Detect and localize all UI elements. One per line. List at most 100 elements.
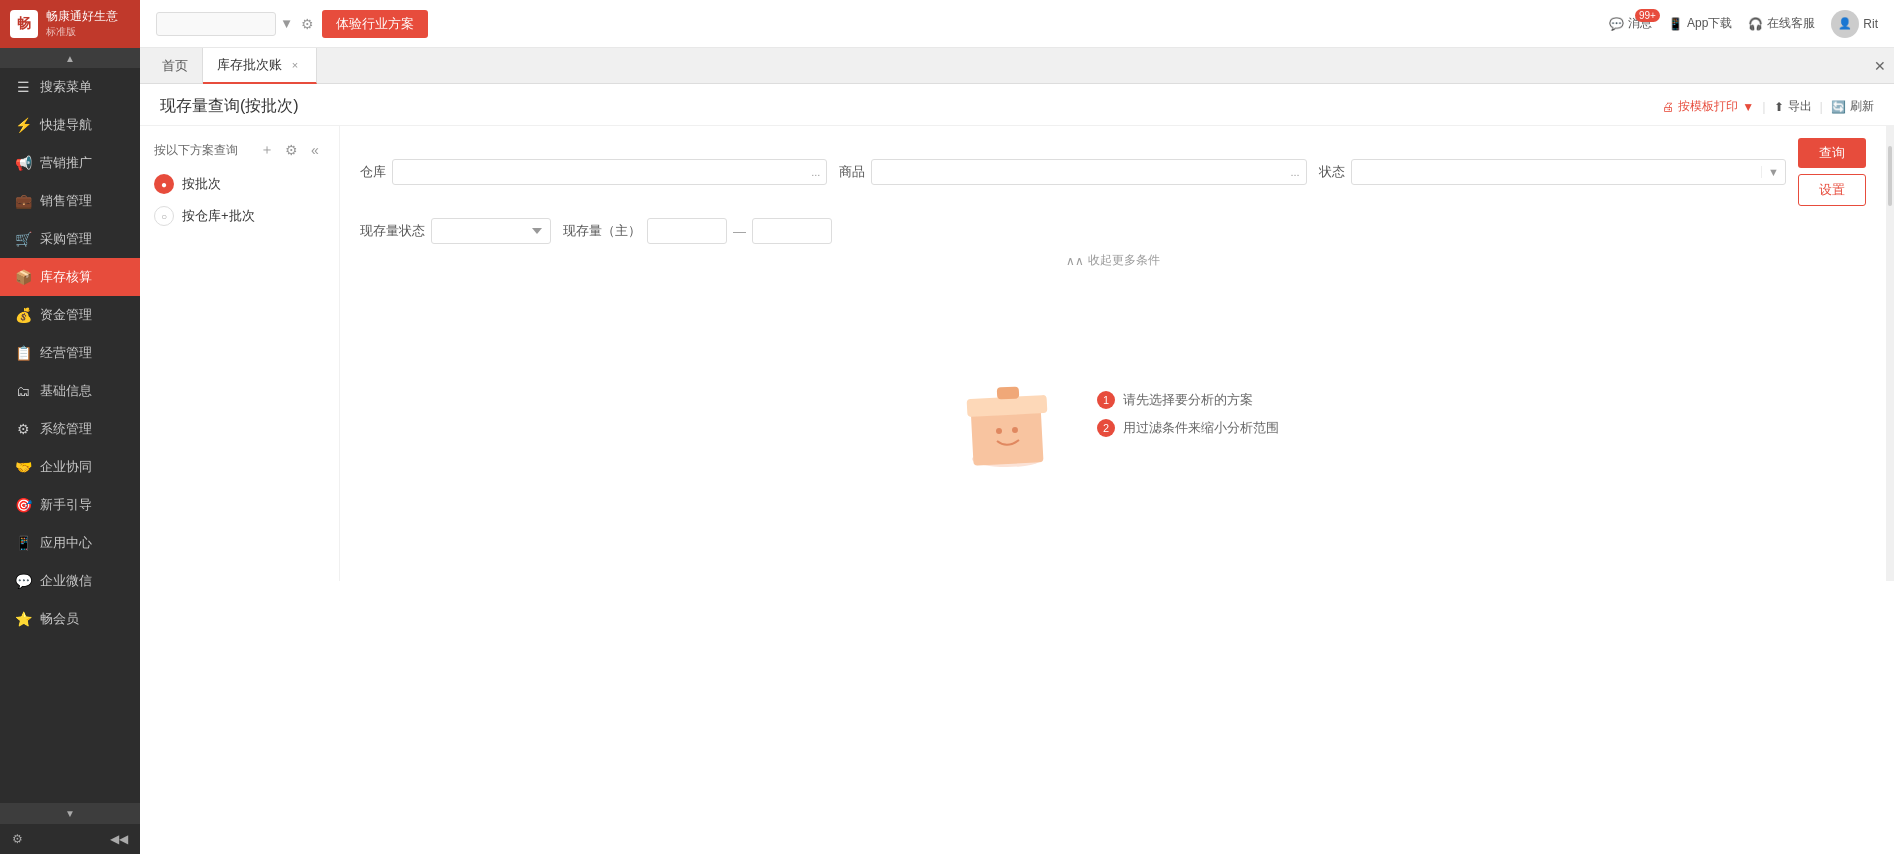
page-actions: 🖨 按模板打印 ▼ | ⬆ 导出 | 🔄 刷新 (1662, 98, 1874, 115)
sidebar-item-basics[interactable]: 🗂 基础信息 (0, 372, 140, 410)
tab-batch-account[interactable]: 库存批次账 × (203, 48, 317, 84)
sidebar-item-collab[interactable]: 🤝 企业协同 (0, 448, 140, 486)
add-plan-button[interactable]: ＋ (257, 140, 277, 160)
sidebar-nav: ☰ 搜索菜单 ⚡ 快捷导航 📢 营销推广 💼 销售管理 🛒 采购管理 📦 库存核… (0, 68, 140, 803)
quick-nav-icon: ⚡ (14, 116, 32, 134)
tab-close-button[interactable]: × (288, 58, 302, 72)
divider2: | (1820, 99, 1823, 114)
settings-button[interactable]: ⚙ (12, 832, 23, 846)
sidebar-item-inventory[interactable]: 📦 库存核算 (0, 258, 140, 296)
sidebar-item-label: 企业微信 (40, 572, 92, 590)
print-dropdown-icon: ▼ (1742, 100, 1754, 114)
plan-item-batch[interactable]: ● 按批次 (140, 168, 339, 200)
messages-badge: 99+ (1635, 9, 1660, 22)
sales-icon: 💼 (14, 192, 32, 210)
panel-close-button[interactable]: ✕ (1874, 58, 1886, 74)
plan-warehouse-batch-icon: ○ (154, 206, 174, 226)
left-panel-actions: ＋ ⚙ « (257, 140, 325, 160)
sidebar-scroll-down[interactable]: ▼ (0, 803, 140, 823)
sidebar-item-app-center[interactable]: 📱 应用中心 (0, 524, 140, 562)
sidebar-item-search[interactable]: ☰ 搜索菜单 (0, 68, 140, 106)
stock-status-label: 现存量状态 (360, 222, 425, 240)
app-download-icon: 📱 (1668, 17, 1683, 31)
sidebar-item-system[interactable]: ⚙ 系统管理 (0, 410, 140, 448)
product-input-wrap: ... (871, 159, 1306, 185)
status-input[interactable] (1352, 160, 1761, 184)
status-dropdown-button[interactable]: ▼ (1761, 166, 1785, 178)
username-label: Rit (1863, 17, 1878, 31)
sidebar-item-corp-wechat[interactable]: 💬 企业微信 (0, 562, 140, 600)
sidebar-item-quick-nav[interactable]: ⚡ 快捷导航 (0, 106, 140, 144)
empty-steps: 1 请先选择要分析的方案 2 用过滤条件来缩小分析范围 (1097, 391, 1279, 447)
sidebar-item-purchase[interactable]: 🛒 采购管理 (0, 220, 140, 258)
warehouse-more-button[interactable]: ... (805, 166, 826, 178)
sidebar-item-operations[interactable]: 📋 经营管理 (0, 334, 140, 372)
warehouse-input[interactable] (393, 160, 805, 184)
avatar-placeholder: 👤 (1838, 17, 1852, 30)
messages-action[interactable]: 💬 消息 99+ (1609, 15, 1652, 32)
sidebar-scroll-up[interactable]: ▲ (0, 48, 140, 68)
topbar-search-input[interactable] (156, 12, 276, 36)
status-filter-group: 状态 ▼ (1319, 159, 1786, 185)
collapse-sidebar-button[interactable]: ◀◀ (110, 832, 128, 846)
left-panel-title: 按以下方案查询 (154, 142, 238, 159)
experience-button[interactable]: 体验行业方案 (322, 10, 428, 38)
export-icon: ⬆ (1774, 100, 1784, 114)
query-button[interactable]: 查询 (1798, 138, 1866, 168)
sidebar-item-label: 新手引导 (40, 496, 92, 514)
print-icon: 🖨 (1662, 100, 1674, 114)
plan-warehouse-batch-label: 按仓库+批次 (182, 207, 255, 225)
sidebar-item-label: 搜索菜单 (40, 78, 92, 96)
empty-state: 1 请先选择要分析的方案 2 用过滤条件来缩小分析范围 (360, 269, 1866, 569)
online-service-action[interactable]: 🎧 在线客服 (1748, 15, 1815, 32)
plan-settings-button[interactable]: ⚙ (281, 140, 301, 160)
system-icon: ⚙ (14, 420, 32, 438)
plan-item-warehouse-batch[interactable]: ○ 按仓库+批次 (140, 200, 339, 232)
filter-row-1: 仓库 ... 商品 ... 状态 (360, 138, 1866, 206)
right-scrollbar[interactable] (1886, 126, 1894, 581)
sidebar-item-label: 资金管理 (40, 306, 92, 324)
stock-amount-from[interactable] (647, 218, 727, 244)
plan-batch-icon: ● (154, 174, 174, 194)
finance-icon: 💰 (14, 306, 32, 324)
step2-text: 用过滤条件来缩小分析范围 (1123, 419, 1279, 437)
stock-amount-to[interactable] (752, 218, 832, 244)
topbar-gear-button[interactable]: ⚙ (301, 16, 314, 32)
user-action[interactable]: 👤 Rit (1831, 10, 1878, 38)
main-area: ▼ ⚙ 体验行业方案 💬 消息 99+ 📱 App下载 🎧 在线客服 👤 (140, 0, 1894, 854)
left-panel-header: 按以下方案查询 ＋ ⚙ « (140, 136, 339, 168)
purchase-icon: 🛒 (14, 230, 32, 248)
sidebar-item-marketing[interactable]: 📢 营销推广 (0, 144, 140, 182)
collapse-more-button[interactable]: ∧∧ 收起更多条件 (360, 252, 1866, 269)
status-label: 状态 (1319, 163, 1345, 181)
svg-point-4 (996, 428, 1002, 434)
sidebar-item-label: 畅会员 (40, 610, 79, 628)
topbar-search-dropdown[interactable]: ▼ (280, 16, 293, 31)
tab-home[interactable]: 首页 (148, 48, 203, 84)
collapse-chevron-icon: ∧∧ (1066, 254, 1084, 268)
stock-status-select[interactable]: 全部 有库存 无库存 (431, 218, 551, 244)
product-more-button[interactable]: ... (1284, 166, 1305, 178)
print-button[interactable]: 🖨 按模板打印 ▼ (1662, 98, 1754, 115)
sidebar-item-newbie[interactable]: 🎯 新手引导 (0, 486, 140, 524)
empty-illustration (947, 359, 1067, 479)
filter-settings-button[interactable]: 设置 (1798, 174, 1866, 206)
refresh-icon: 🔄 (1831, 100, 1846, 114)
refresh-button[interactable]: 🔄 刷新 (1831, 98, 1874, 115)
sidebar-item-finance[interactable]: 💰 资金管理 (0, 296, 140, 334)
sidebar-item-label: 经营管理 (40, 344, 92, 362)
inventory-icon: 📦 (14, 268, 32, 286)
right-panel: 仓库 ... 商品 ... 状态 (340, 126, 1886, 581)
filter-area: 按以下方案查询 ＋ ⚙ « ● 按批次 ○ 按仓库+批次 (140, 126, 1894, 581)
app-center-icon: 📱 (14, 534, 32, 552)
sidebar-item-member[interactable]: ⭐ 畅会员 (0, 600, 140, 638)
app-download-action[interactable]: 📱 App下载 (1668, 15, 1732, 32)
sidebar-item-sales[interactable]: 💼 销售管理 (0, 182, 140, 220)
collapse-panel-button[interactable]: « (305, 140, 325, 160)
export-button[interactable]: ⬆ 导出 (1774, 98, 1812, 115)
product-label: 商品 (839, 163, 865, 181)
basics-icon: 🗂 (14, 382, 32, 400)
app-download-label: App下载 (1687, 15, 1732, 32)
product-input[interactable] (872, 160, 1284, 184)
sidebar-item-label: 营销推广 (40, 154, 92, 172)
